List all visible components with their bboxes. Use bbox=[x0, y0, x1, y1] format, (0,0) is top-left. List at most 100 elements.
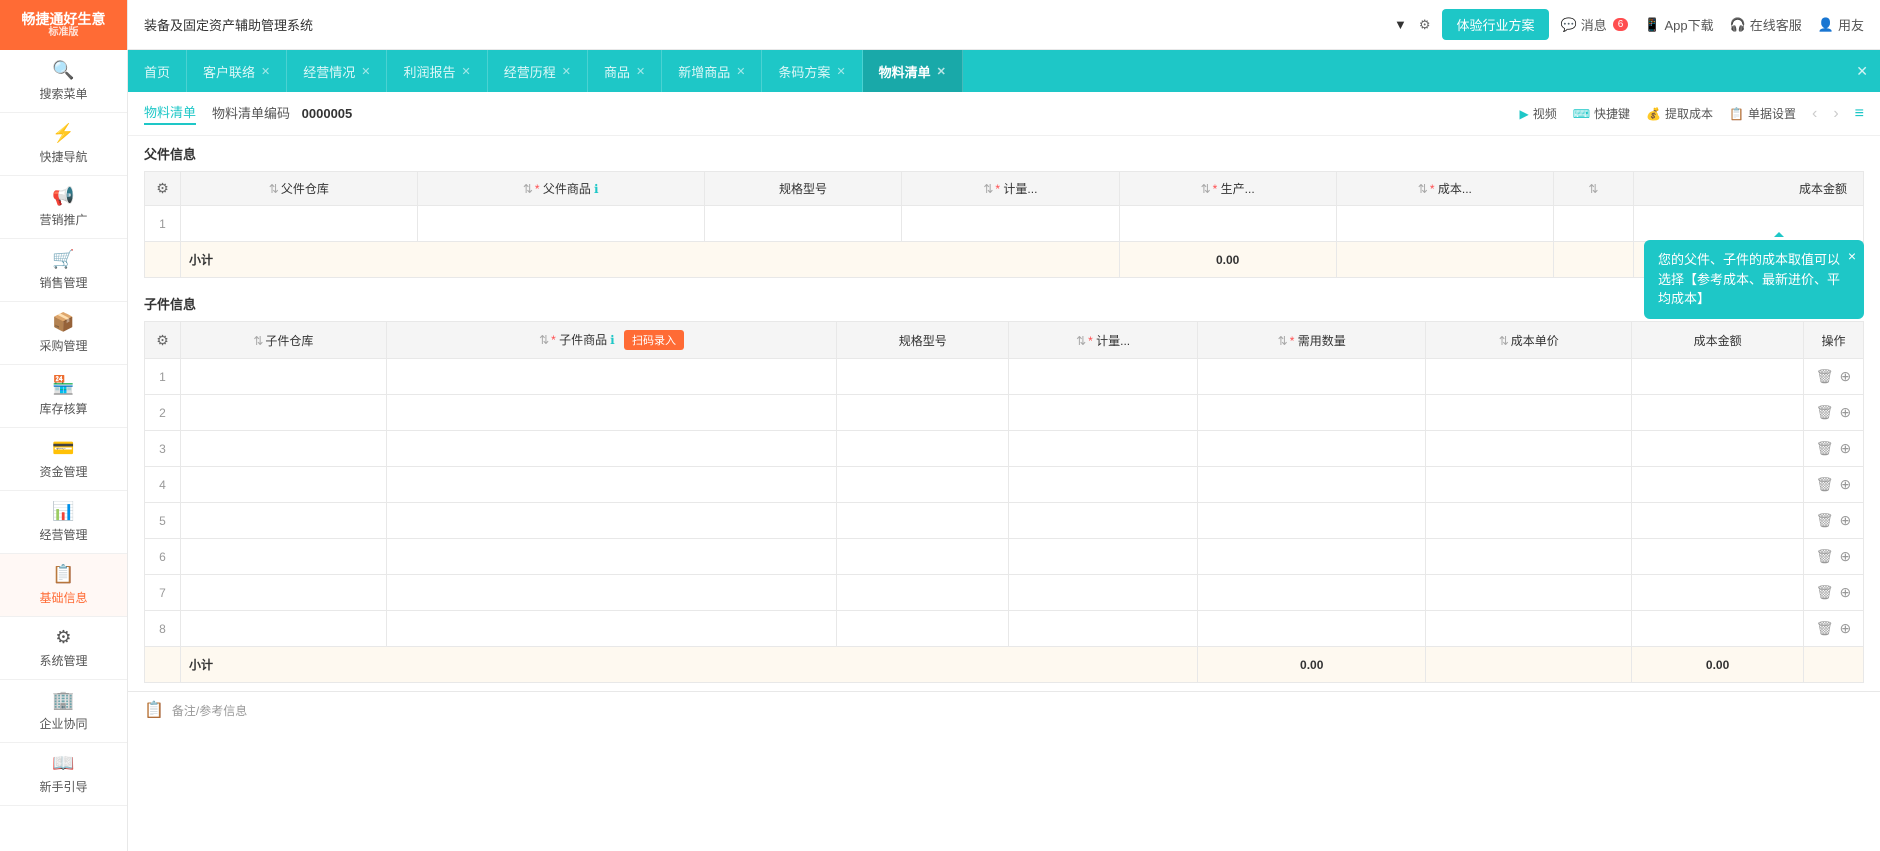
delete-icon-1[interactable]: 🗑 bbox=[1816, 368, 1834, 385]
child-needed-1[interactable] bbox=[1198, 359, 1426, 395]
close-tab-bom[interactable]: ✕ bbox=[937, 65, 946, 78]
child-product-1[interactable] bbox=[386, 359, 837, 395]
delete-icon-4[interactable]: 🗑 bbox=[1816, 476, 1834, 493]
child-cost-amount-8[interactable] bbox=[1632, 611, 1804, 647]
child-product-4[interactable] bbox=[386, 467, 837, 503]
child-quantity-unit-3[interactable] bbox=[1009, 431, 1198, 467]
child-spec-8[interactable] bbox=[837, 611, 1009, 647]
nav-tab-customer[interactable]: 客户联络✕ bbox=[187, 50, 287, 92]
nav-tab-history[interactable]: 经营历程✕ bbox=[488, 50, 588, 92]
child-cost-amount-3[interactable] bbox=[1632, 431, 1804, 467]
child-unit-cost-6[interactable] bbox=[1426, 539, 1632, 575]
child-cost-amount-4[interactable] bbox=[1632, 467, 1804, 503]
message-button[interactable]: 💬 消息 6 bbox=[1561, 15, 1629, 34]
child-product-5[interactable] bbox=[386, 503, 837, 539]
parent-quantity-1[interactable] bbox=[902, 206, 1119, 242]
copy-icon-5[interactable]: ⊕ bbox=[1840, 512, 1852, 529]
sub-tab-bom-list[interactable]: 物料清单 bbox=[144, 102, 196, 125]
nav-arrow-right[interactable]: › bbox=[1833, 105, 1838, 123]
child-settings-gear-icon[interactable]: ⚙ bbox=[156, 332, 169, 348]
sidebar-item-sales[interactable]: 🛒销售管理 bbox=[0, 239, 127, 302]
child-quantity-unit-4[interactable] bbox=[1009, 467, 1198, 503]
grid-view-icon[interactable]: ≡ bbox=[1855, 105, 1864, 123]
sidebar-item-marketing[interactable]: 📢营销推广 bbox=[0, 176, 127, 239]
child-product-6[interactable] bbox=[386, 539, 837, 575]
child-needed-3[interactable] bbox=[1198, 431, 1426, 467]
child-warehouse-6[interactable] bbox=[181, 539, 387, 575]
parent-extra-1[interactable] bbox=[1553, 206, 1633, 242]
user-menu[interactable]: 👤 用友 bbox=[1818, 15, 1864, 34]
delete-icon-7[interactable]: 🗑 bbox=[1816, 584, 1834, 601]
child-needed-8[interactable] bbox=[1198, 611, 1426, 647]
trial-button[interactable]: 体验行业方案 bbox=[1442, 9, 1548, 40]
child-needed-5[interactable] bbox=[1198, 503, 1426, 539]
child-warehouse-3[interactable] bbox=[181, 431, 387, 467]
child-unit-cost-7[interactable] bbox=[1426, 575, 1632, 611]
copy-icon-7[interactable]: ⊕ bbox=[1840, 584, 1852, 601]
sub-tab-bom-code[interactable]: 物料清单编码 0000005 bbox=[212, 103, 352, 124]
copy-icon-6[interactable]: ⊕ bbox=[1840, 548, 1852, 565]
nav-tab-goods[interactable]: 商品✕ bbox=[588, 50, 662, 92]
sidebar-item-system[interactable]: ⚙系统管理 bbox=[0, 617, 127, 680]
delete-icon-8[interactable]: 🗑 bbox=[1816, 620, 1834, 637]
child-unit-cost-3[interactable] bbox=[1426, 431, 1632, 467]
sidebar-item-search[interactable]: 🔍搜索菜单 bbox=[0, 50, 127, 113]
child-unit-cost-8[interactable] bbox=[1426, 611, 1632, 647]
cost-action[interactable]: 💰 提取成本 bbox=[1646, 105, 1713, 122]
copy-icon-4[interactable]: ⊕ bbox=[1840, 476, 1852, 493]
child-needed-4[interactable] bbox=[1198, 467, 1426, 503]
child-spec-7[interactable] bbox=[837, 575, 1009, 611]
copy-icon-8[interactable]: ⊕ bbox=[1840, 620, 1852, 637]
child-warehouse-7[interactable] bbox=[181, 575, 387, 611]
nav-tab-home[interactable]: 首页 bbox=[128, 50, 187, 92]
parent-product-1[interactable] bbox=[417, 206, 704, 242]
parent-cost-amount-1[interactable] bbox=[1633, 206, 1863, 242]
child-unit-cost-5[interactable] bbox=[1426, 503, 1632, 539]
nav-tab-new_goods[interactable]: 新增商品✕ bbox=[662, 50, 762, 92]
nav-tab-bom[interactable]: 物料清单✕ bbox=[863, 50, 963, 92]
shortcut-action[interactable]: ⌨ 快捷键 bbox=[1573, 105, 1630, 122]
system-dropdown[interactable]: ▼ bbox=[1394, 17, 1407, 32]
sidebar-item-guide[interactable]: 📖新手引导 bbox=[0, 743, 127, 806]
video-action[interactable]: ▶ 视频 bbox=[1519, 105, 1556, 122]
tooltip-close-icon[interactable]: × bbox=[1848, 246, 1856, 267]
topbar-settings-icon[interactable]: ⚙ bbox=[1419, 17, 1431, 33]
child-product-3[interactable] bbox=[386, 431, 837, 467]
close-all-tabs-icon[interactable]: ✕ bbox=[1844, 63, 1880, 80]
nav-tab-profit[interactable]: 利润报告✕ bbox=[387, 50, 487, 92]
child-quantity-unit-8[interactable] bbox=[1009, 611, 1198, 647]
child-needed-6[interactable] bbox=[1198, 539, 1426, 575]
online-service-button[interactable]: 🎧 在线客服 bbox=[1730, 15, 1802, 34]
child-cost-amount-7[interactable] bbox=[1632, 575, 1804, 611]
sidebar-item-purchase[interactable]: 📦采购管理 bbox=[0, 302, 127, 365]
child-warehouse-4[interactable] bbox=[181, 467, 387, 503]
delete-icon-6[interactable]: 🗑 bbox=[1816, 548, 1834, 565]
child-warehouse-5[interactable] bbox=[181, 503, 387, 539]
child-product-2[interactable] bbox=[386, 395, 837, 431]
child-cost-amount-5[interactable] bbox=[1632, 503, 1804, 539]
parent-cost-1[interactable] bbox=[1336, 206, 1553, 242]
sidebar-item-operations_mgmt[interactable]: 📊经营管理 bbox=[0, 491, 127, 554]
child-needed-7[interactable] bbox=[1198, 575, 1426, 611]
delete-icon-3[interactable]: 🗑 bbox=[1816, 440, 1834, 457]
child-cost-amount-1[interactable] bbox=[1632, 359, 1804, 395]
scan-button[interactable]: 扫码录入 bbox=[624, 330, 684, 350]
child-spec-5[interactable] bbox=[837, 503, 1009, 539]
child-product-7[interactable] bbox=[386, 575, 837, 611]
sidebar-item-quick_nav[interactable]: ⚡快捷导航 bbox=[0, 113, 127, 176]
doc-settings-action[interactable]: 📋 单据设置 bbox=[1729, 105, 1796, 122]
child-quantity-unit-6[interactable] bbox=[1009, 539, 1198, 575]
child-spec-6[interactable] bbox=[837, 539, 1009, 575]
child-quantity-unit-7[interactable] bbox=[1009, 575, 1198, 611]
child-quantity-unit-2[interactable] bbox=[1009, 395, 1198, 431]
nav-tab-barcode[interactable]: 条码方案✕ bbox=[762, 50, 862, 92]
child-spec-4[interactable] bbox=[837, 467, 1009, 503]
bottom-bar-icon[interactable]: 📋 bbox=[144, 700, 164, 720]
sidebar-item-enterprise[interactable]: 🏢企业协同 bbox=[0, 680, 127, 743]
child-warehouse-2[interactable] bbox=[181, 395, 387, 431]
copy-icon-3[interactable]: ⊕ bbox=[1840, 440, 1852, 457]
nav-arrow-left[interactable]: ‹ bbox=[1812, 105, 1817, 123]
parent-production-1[interactable] bbox=[1119, 206, 1336, 242]
close-tab-new_goods[interactable]: ✕ bbox=[736, 65, 745, 78]
child-unit-cost-2[interactable] bbox=[1426, 395, 1632, 431]
